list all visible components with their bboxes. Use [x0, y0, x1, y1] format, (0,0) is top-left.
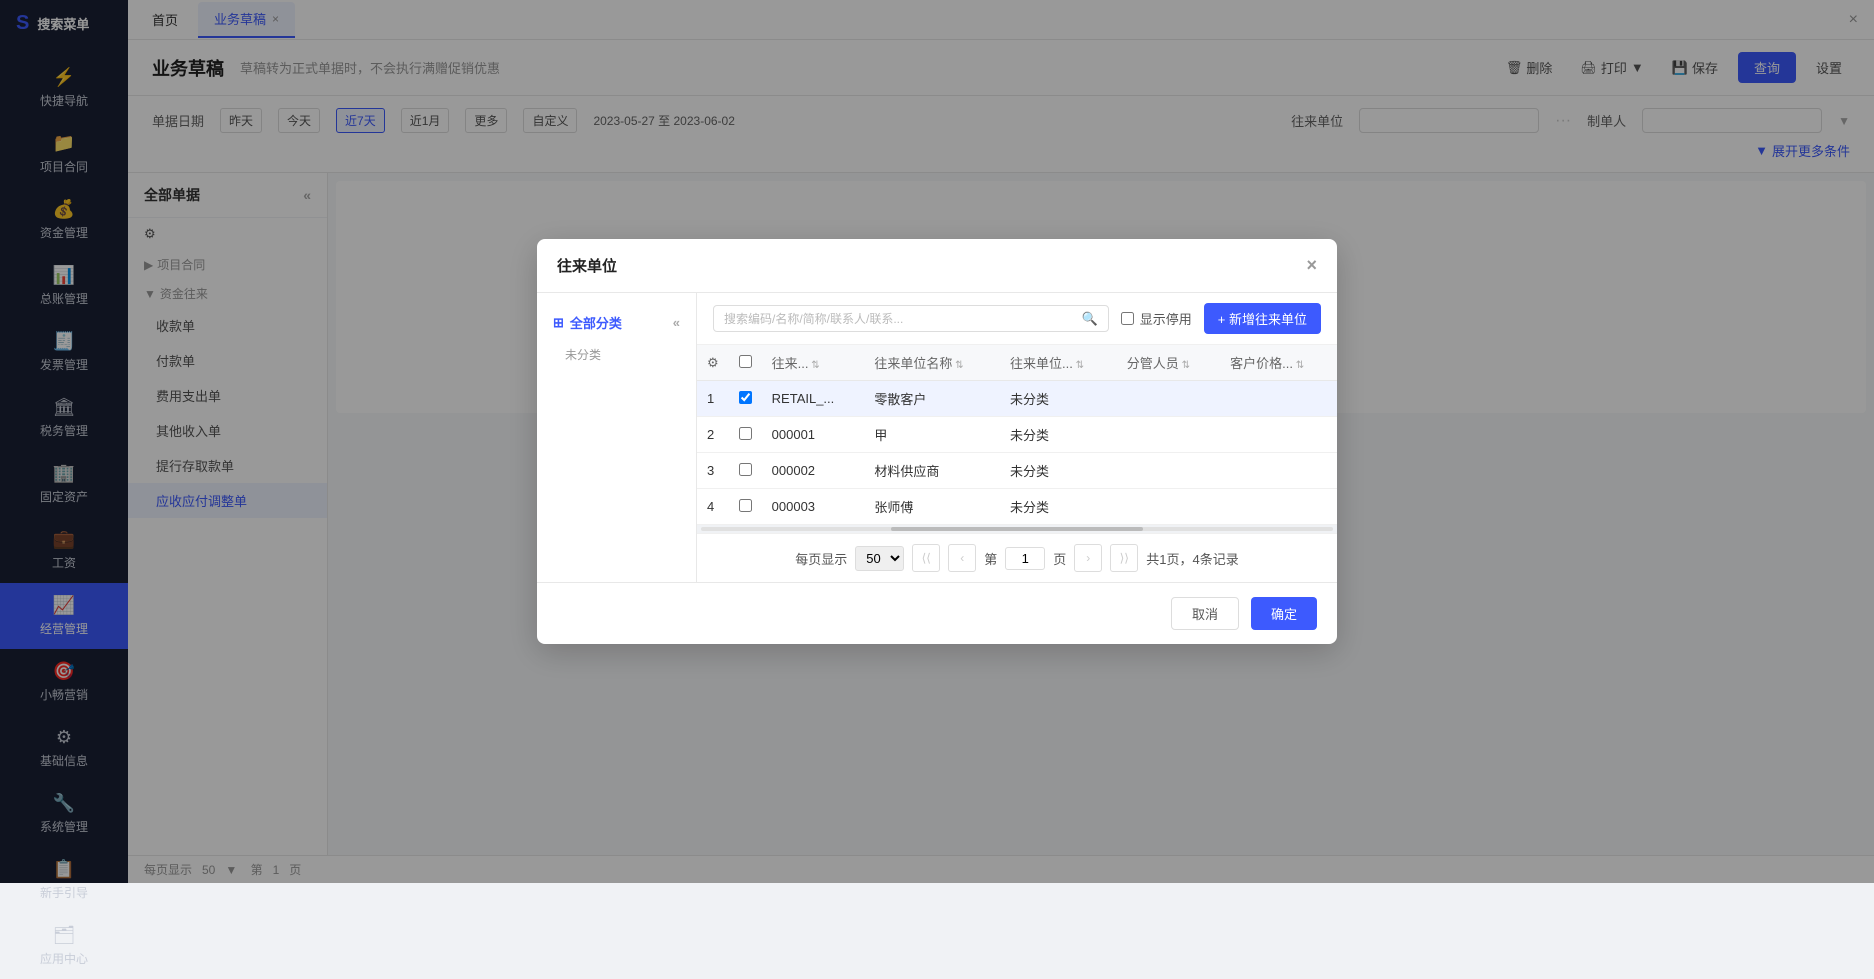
cancel-button[interactable]: 取消 — [1171, 597, 1239, 630]
table-row[interactable]: 1 RETAIL_... 零散客户 未分类 — [697, 381, 1337, 417]
row-4-code: 000003 — [762, 489, 865, 525]
partner-search-box[interactable]: 搜索编码/名称/简称/联系人/联系... 🔍 — [713, 305, 1109, 332]
show-disabled-label[interactable]: 显示停用 — [1121, 309, 1192, 328]
dialog-nav-collapse-icon[interactable]: « — [673, 315, 680, 330]
select-all-checkbox[interactable] — [739, 355, 752, 368]
dialog-title: 往来单位 — [557, 255, 617, 276]
row-2-code: 000001 — [762, 417, 865, 453]
add-partner-button[interactable]: + 新增往来单位 — [1204, 303, 1321, 334]
row-3-name: 材料供应商 — [864, 453, 1000, 489]
row-2-no: 2 — [697, 417, 729, 453]
col-code[interactable]: 往来... — [762, 345, 865, 381]
dialog-nav-unclassified[interactable]: 未分类 — [537, 340, 696, 369]
prev-page-button[interactable]: ‹ — [948, 544, 976, 572]
page-label: 第 — [984, 549, 997, 568]
row-1-category: 未分类 — [1000, 381, 1117, 417]
grid-icon: ⊞ — [553, 315, 564, 331]
row-4-checkbox[interactable] — [729, 489, 762, 525]
row-4-no: 4 — [697, 489, 729, 525]
col-manager[interactable]: 分管人员 — [1117, 345, 1220, 381]
next-page-button[interactable]: › — [1074, 544, 1102, 572]
row-1-manager — [1117, 381, 1220, 417]
dialog-close-button[interactable]: × — [1306, 255, 1317, 276]
partner-search-placeholder: 搜索编码/名称/简称/联系人/联系... — [724, 310, 1076, 327]
row-4-manager — [1117, 489, 1220, 525]
sidebar-item-app-center[interactable]: 🗂 应用中心 — [0, 913, 128, 979]
row-2-manager — [1117, 417, 1220, 453]
scrollbar-track — [701, 527, 1333, 531]
table-row[interactable]: 3 000002 材料供应商 未分类 — [697, 453, 1337, 489]
partner-table-header: ⚙ 往来... 往来单位名称 往来单位... 分管人员 客户价格... — [697, 345, 1337, 381]
show-disabled-checkbox[interactable] — [1121, 312, 1134, 325]
dialog-right-content: 搜索编码/名称/简称/联系人/联系... 🔍 显示停用 + 新增往来单位 — [697, 293, 1337, 582]
row-3-checkbox[interactable] — [729, 453, 762, 489]
partner-table: ⚙ 往来... 往来单位名称 往来单位... 分管人员 客户价格... — [697, 345, 1337, 525]
app-center-icon: 🗂 — [53, 925, 76, 946]
dialog-header: 往来单位 × — [537, 239, 1337, 293]
last-page-button[interactable]: ⟩⟩ — [1110, 544, 1138, 572]
row-1-code: RETAIL_... — [762, 381, 865, 417]
search-icon: 🔍 — [1082, 311, 1098, 327]
per-page-label: 每页显示 — [795, 549, 847, 568]
horizontal-scrollbar[interactable] — [697, 525, 1337, 533]
per-page-select[interactable]: 50 — [855, 546, 904, 571]
dialog-nav-all[interactable]: ⊞ 全部分类 « — [537, 305, 696, 340]
page-input[interactable] — [1005, 547, 1045, 570]
col-price[interactable]: 客户价格... — [1220, 345, 1337, 381]
col-category[interactable]: 往来单位... — [1000, 345, 1117, 381]
pagination: 每页显示 50 ⟨⟨ ‹ 第 页 › ⟩⟩ 共1页，4条记录 — [697, 533, 1337, 582]
row-3-price — [1220, 453, 1337, 489]
row-2-checkbox[interactable] — [729, 417, 762, 453]
dialog-left-nav: ⊞ 全部分类 « 未分类 — [537, 293, 697, 582]
row-3-manager — [1117, 453, 1220, 489]
row-1-checkbox[interactable] — [729, 381, 762, 417]
col-checkbox[interactable] — [729, 345, 762, 381]
row-1-price — [1220, 381, 1337, 417]
row-4-name: 张师傅 — [864, 489, 1000, 525]
dialog-body: ⊞ 全部分类 « 未分类 搜索编码/名称/简称/联系人/联系... 🔍 — [537, 293, 1337, 582]
table-row[interactable]: 4 000003 张师傅 未分类 — [697, 489, 1337, 525]
row-2-name: 甲 — [864, 417, 1000, 453]
dialog-footer: 取消 确定 — [537, 582, 1337, 644]
col-name[interactable]: 往来单位名称 — [864, 345, 1000, 381]
row-1-no: 1 — [697, 381, 729, 417]
dialog-overlay: 往来单位 × ⊞ 全部分类 « 未分类 搜索编码/ — [0, 0, 1874, 883]
page-suffix: 页 — [1053, 549, 1066, 568]
total-records: 共1页，4条记录 — [1146, 549, 1238, 568]
dialog-toolbar: 搜索编码/名称/简称/联系人/联系... 🔍 显示停用 + 新增往来单位 — [697, 293, 1337, 345]
row-3-category: 未分类 — [1000, 453, 1117, 489]
confirm-button[interactable]: 确定 — [1251, 597, 1317, 630]
row-4-category: 未分类 — [1000, 489, 1117, 525]
row-2-category: 未分类 — [1000, 417, 1117, 453]
row-1-name: 零散客户 — [864, 381, 1000, 417]
row-4-price — [1220, 489, 1337, 525]
partner-dialog: 往来单位 × ⊞ 全部分类 « 未分类 搜索编码/ — [537, 239, 1337, 644]
partner-table-body: 1 RETAIL_... 零散客户 未分类 2 — [697, 381, 1337, 525]
row-2-price — [1220, 417, 1337, 453]
row-3-no: 3 — [697, 453, 729, 489]
row-3-code: 000002 — [762, 453, 865, 489]
table-row[interactable]: 2 000001 甲 未分类 — [697, 417, 1337, 453]
col-settings[interactable]: ⚙ — [697, 345, 729, 381]
first-page-button[interactable]: ⟨⟨ — [912, 544, 940, 572]
scrollbar-thumb[interactable] — [891, 527, 1144, 531]
partner-table-scroll: ⚙ 往来... 往来单位名称 往来单位... 分管人员 客户价格... — [697, 345, 1337, 525]
